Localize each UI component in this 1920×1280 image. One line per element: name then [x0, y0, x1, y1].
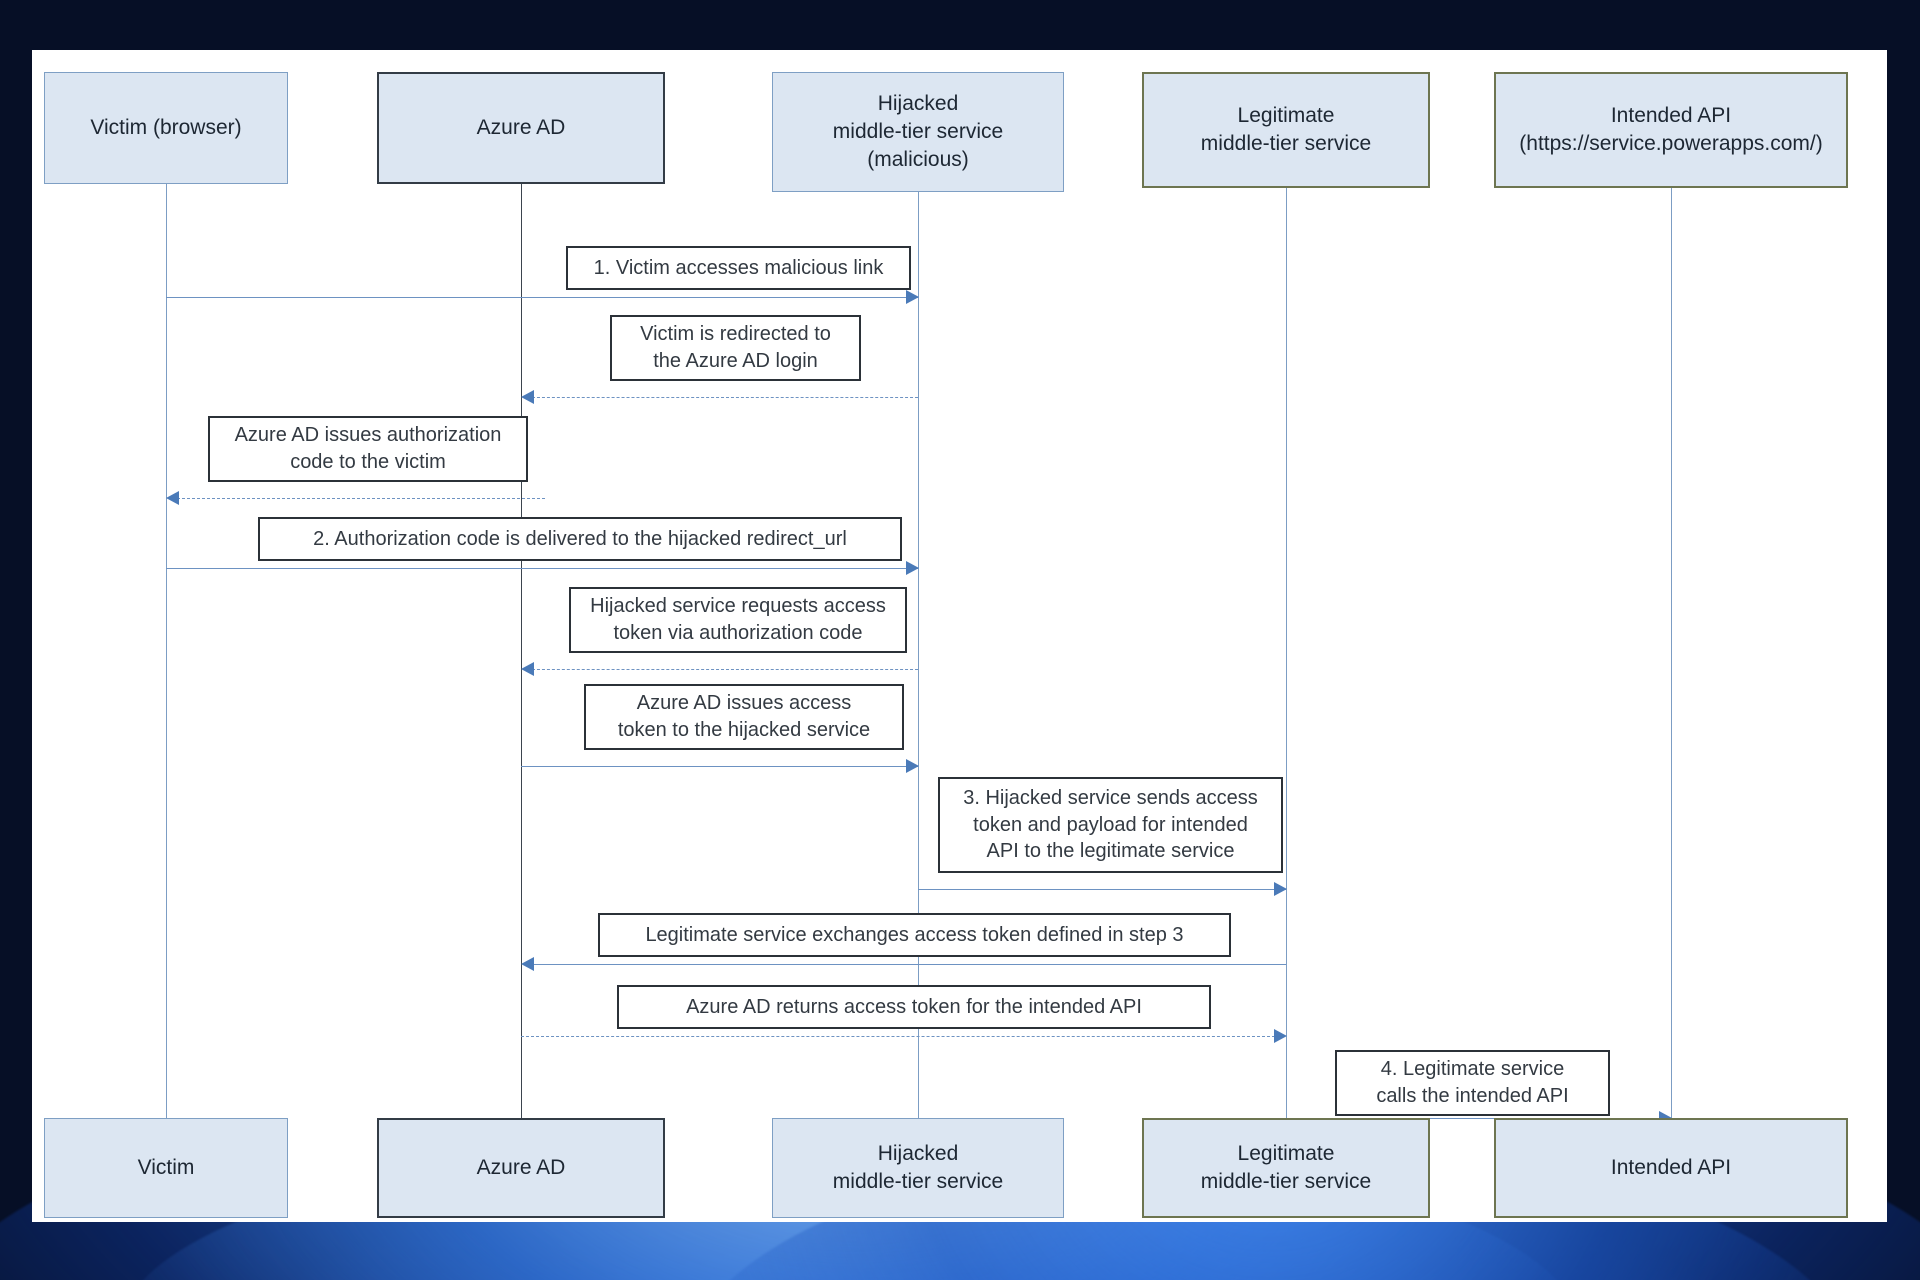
message-label-7: 3. Hijacked service sends access token a… [938, 777, 1283, 873]
message-arrowhead-3 [166, 491, 179, 505]
message-line-9 [521, 1036, 1275, 1037]
message-line-3 [177, 498, 545, 499]
message-line-4 [166, 568, 918, 569]
actor-foot-intended-api[interactable]: Intended API [1494, 1118, 1848, 1218]
actor-foot-victim[interactable]: Victim [44, 1118, 288, 1218]
message-arrowhead-4 [906, 561, 919, 575]
actor-head-hijacked-service[interactable]: Hijacked middle-tier service (malicious) [772, 72, 1064, 192]
message-line-7 [918, 889, 1286, 890]
actor-foot-legitimate-service[interactable]: Legitimate middle-tier service [1142, 1118, 1430, 1218]
message-line-8 [532, 964, 1286, 965]
lifeline-azure-ad [521, 184, 522, 1118]
actor-foot-hijacked-service[interactable]: Hijacked middle-tier service [772, 1118, 1064, 1218]
lifeline-legitimate-service [1286, 188, 1287, 1118]
message-line-5 [532, 669, 918, 670]
actor-head-intended-api[interactable]: Intended API (https://service.powerapps.… [1494, 72, 1848, 188]
message-label-8: Legitimate service exchanges access toke… [598, 913, 1231, 957]
message-label-2: Victim is redirected to the Azure AD log… [610, 315, 861, 381]
actor-head-azure-ad[interactable]: Azure AD [377, 72, 665, 184]
message-arrowhead-6 [906, 759, 919, 773]
diagram-slide: Victim (browser) Azure AD Hijacked middl… [32, 50, 1887, 1222]
message-arrowhead-5 [521, 662, 534, 676]
lifeline-victim [166, 184, 167, 1118]
message-label-5: Hijacked service requests access token v… [569, 587, 907, 653]
message-label-9: Azure AD returns access token for the in… [617, 985, 1211, 1029]
message-label-6: Azure AD issues access token to the hija… [584, 684, 904, 750]
actor-foot-azure-ad[interactable]: Azure AD [377, 1118, 665, 1218]
message-arrowhead-9 [1274, 1029, 1287, 1043]
message-arrowhead-1 [906, 290, 919, 304]
message-label-10: 4. Legitimate service calls the intended… [1335, 1050, 1610, 1116]
message-label-4: 2. Authorization code is delivered to th… [258, 517, 902, 561]
message-line-6 [521, 766, 918, 767]
sequence-diagram-canvas: Victim (browser) Azure AD Hijacked middl… [32, 50, 1887, 1222]
message-label-1: 1. Victim accesses malicious link [566, 246, 911, 290]
lifeline-intended-api [1671, 188, 1672, 1118]
message-line-1 [166, 297, 918, 298]
actor-head-legitimate-service[interactable]: Legitimate middle-tier service [1142, 72, 1430, 188]
screenshot-root: Victim (browser) Azure AD Hijacked middl… [0, 0, 1920, 1280]
message-label-3: Azure AD issues authorization code to th… [208, 416, 528, 482]
message-arrowhead-8 [521, 957, 534, 971]
actor-head-victim[interactable]: Victim (browser) [44, 72, 288, 184]
lifeline-hijacked-service [918, 192, 919, 1118]
message-arrowhead-2 [521, 390, 534, 404]
message-arrowhead-7 [1274, 882, 1287, 896]
message-line-2 [532, 397, 918, 398]
